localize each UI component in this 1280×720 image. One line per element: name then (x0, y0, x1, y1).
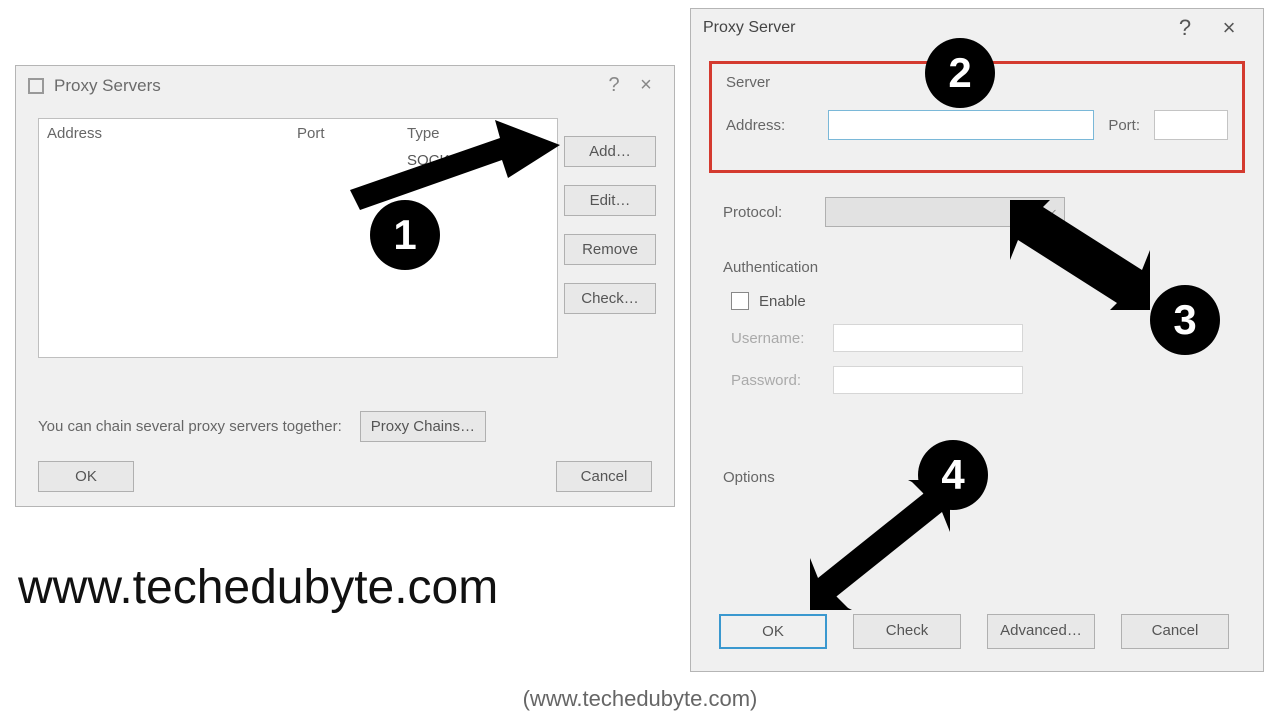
app-icon (28, 78, 44, 94)
caption-text: (www.techedubyte.com) (0, 686, 1280, 712)
watermark-text: www.techedubyte.com (18, 560, 498, 615)
dlg1-ok-button[interactable]: OK (38, 461, 134, 492)
annotation-badge-3: 3 (1150, 285, 1220, 355)
arrow-3-icon (1010, 200, 1150, 310)
checkbox-icon (731, 292, 749, 310)
chain-text: You can chain several proxy servers toge… (38, 418, 342, 435)
dlg2-advanced-button[interactable]: Advanced… (987, 614, 1095, 649)
dlg2-cancel-button[interactable]: Cancel (1121, 614, 1229, 649)
port-label: Port: (1108, 117, 1140, 134)
password-label: Password: (731, 372, 819, 389)
help-icon[interactable]: ? (1163, 15, 1207, 41)
col-address: Address (47, 125, 297, 142)
edit-button[interactable]: Edit… (564, 185, 656, 216)
password-input[interactable] (833, 366, 1023, 394)
arrow-1-icon (350, 120, 560, 210)
remove-button[interactable]: Remove (564, 234, 656, 265)
dialog1-titlebar: Proxy Servers ? × (16, 66, 674, 105)
protocol-label: Protocol: (723, 204, 811, 221)
enable-label: Enable (759, 293, 806, 310)
dialog2-title-text: Proxy Server (703, 19, 795, 37)
address-input[interactable] (828, 110, 1094, 140)
chain-row: You can chain several proxy servers toge… (38, 411, 486, 442)
add-button[interactable]: Add… (564, 136, 656, 167)
address-label: Address: (726, 117, 814, 134)
proxy-servers-dialog: Proxy Servers ? × Address Port Type SOCK… (15, 65, 675, 507)
close-icon[interactable]: × (1207, 15, 1251, 41)
side-buttons: Add… Edit… Remove Check… (564, 136, 656, 314)
cell-address (47, 152, 297, 169)
dlg1-cancel-button[interactable]: Cancel (556, 461, 652, 492)
annotation-badge-1: 1 (370, 200, 440, 270)
port-input[interactable] (1154, 110, 1228, 140)
dlg2-check-button[interactable]: Check (853, 614, 961, 649)
dialog2-buttons: OK Check Advanced… Cancel (691, 614, 1263, 649)
dialog1-title-text: Proxy Servers (54, 76, 161, 96)
options-label: Options (723, 469, 775, 486)
username-label: Username: (731, 330, 819, 347)
annotation-badge-4: 4 (918, 440, 988, 510)
dlg2-ok-button[interactable]: OK (719, 614, 827, 649)
server-group-label: Server (726, 74, 770, 91)
proxy-chains-button[interactable]: Proxy Chains… (360, 411, 486, 442)
username-input[interactable] (833, 324, 1023, 352)
help-icon[interactable]: ? (598, 74, 630, 97)
annotation-badge-2: 2 (925, 38, 995, 108)
close-icon[interactable]: × (630, 74, 662, 97)
dialog2-titlebar: Proxy Server ? × (691, 9, 1263, 47)
check-button[interactable]: Check… (564, 283, 656, 314)
